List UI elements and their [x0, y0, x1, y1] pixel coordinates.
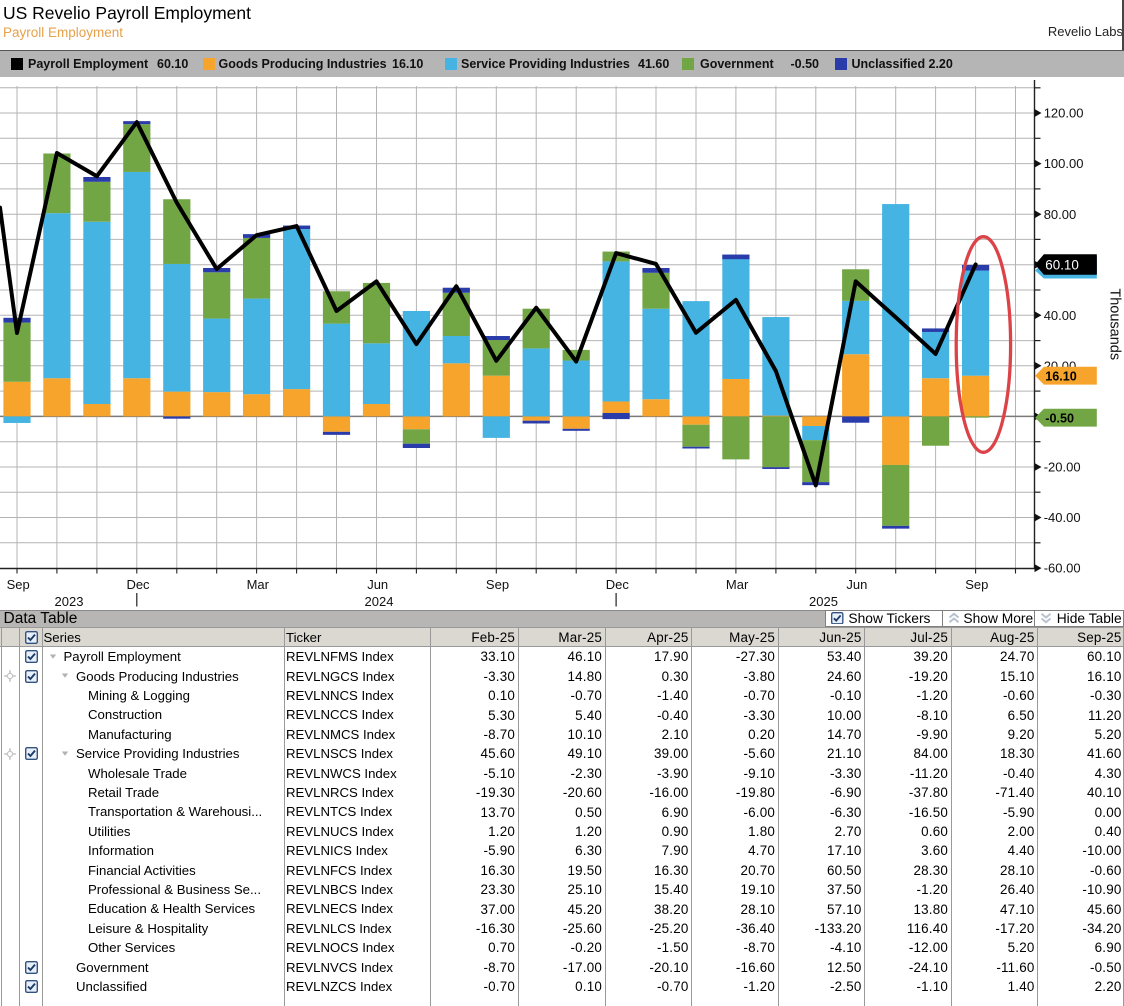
svg-text:80.00: 80.00 [1044, 207, 1077, 222]
svg-text:16.10: 16.10 [1045, 370, 1077, 384]
svg-text:Jun: Jun [846, 577, 867, 592]
svg-text:Jun: Jun [367, 577, 388, 592]
svg-text:2023: 2023 [55, 594, 84, 609]
svg-text:-20.00: -20.00 [1044, 460, 1081, 475]
svg-text:Sep: Sep [486, 577, 509, 592]
svg-text:Thousands: Thousands [1107, 288, 1123, 360]
svg-text:40.00: 40.00 [1044, 308, 1077, 323]
svg-text:-60.00: -60.00 [1044, 561, 1081, 576]
svg-text:-0.50: -0.50 [1045, 412, 1074, 426]
svg-text:100.00: 100.00 [1044, 156, 1084, 171]
svg-text:Sep: Sep [7, 577, 30, 592]
svg-text:60.10: 60.10 [1045, 257, 1079, 272]
svg-text:Dec: Dec [606, 577, 630, 592]
svg-text:Mar: Mar [726, 577, 749, 592]
svg-text:Dec: Dec [126, 577, 150, 592]
svg-text:Sep: Sep [965, 577, 988, 592]
svg-text:2025: 2025 [809, 594, 838, 609]
svg-text:Mar: Mar [247, 577, 270, 592]
svg-text:2024: 2024 [365, 594, 394, 609]
svg-text:120.00: 120.00 [1044, 106, 1084, 121]
svg-text:-40.00: -40.00 [1044, 510, 1081, 525]
